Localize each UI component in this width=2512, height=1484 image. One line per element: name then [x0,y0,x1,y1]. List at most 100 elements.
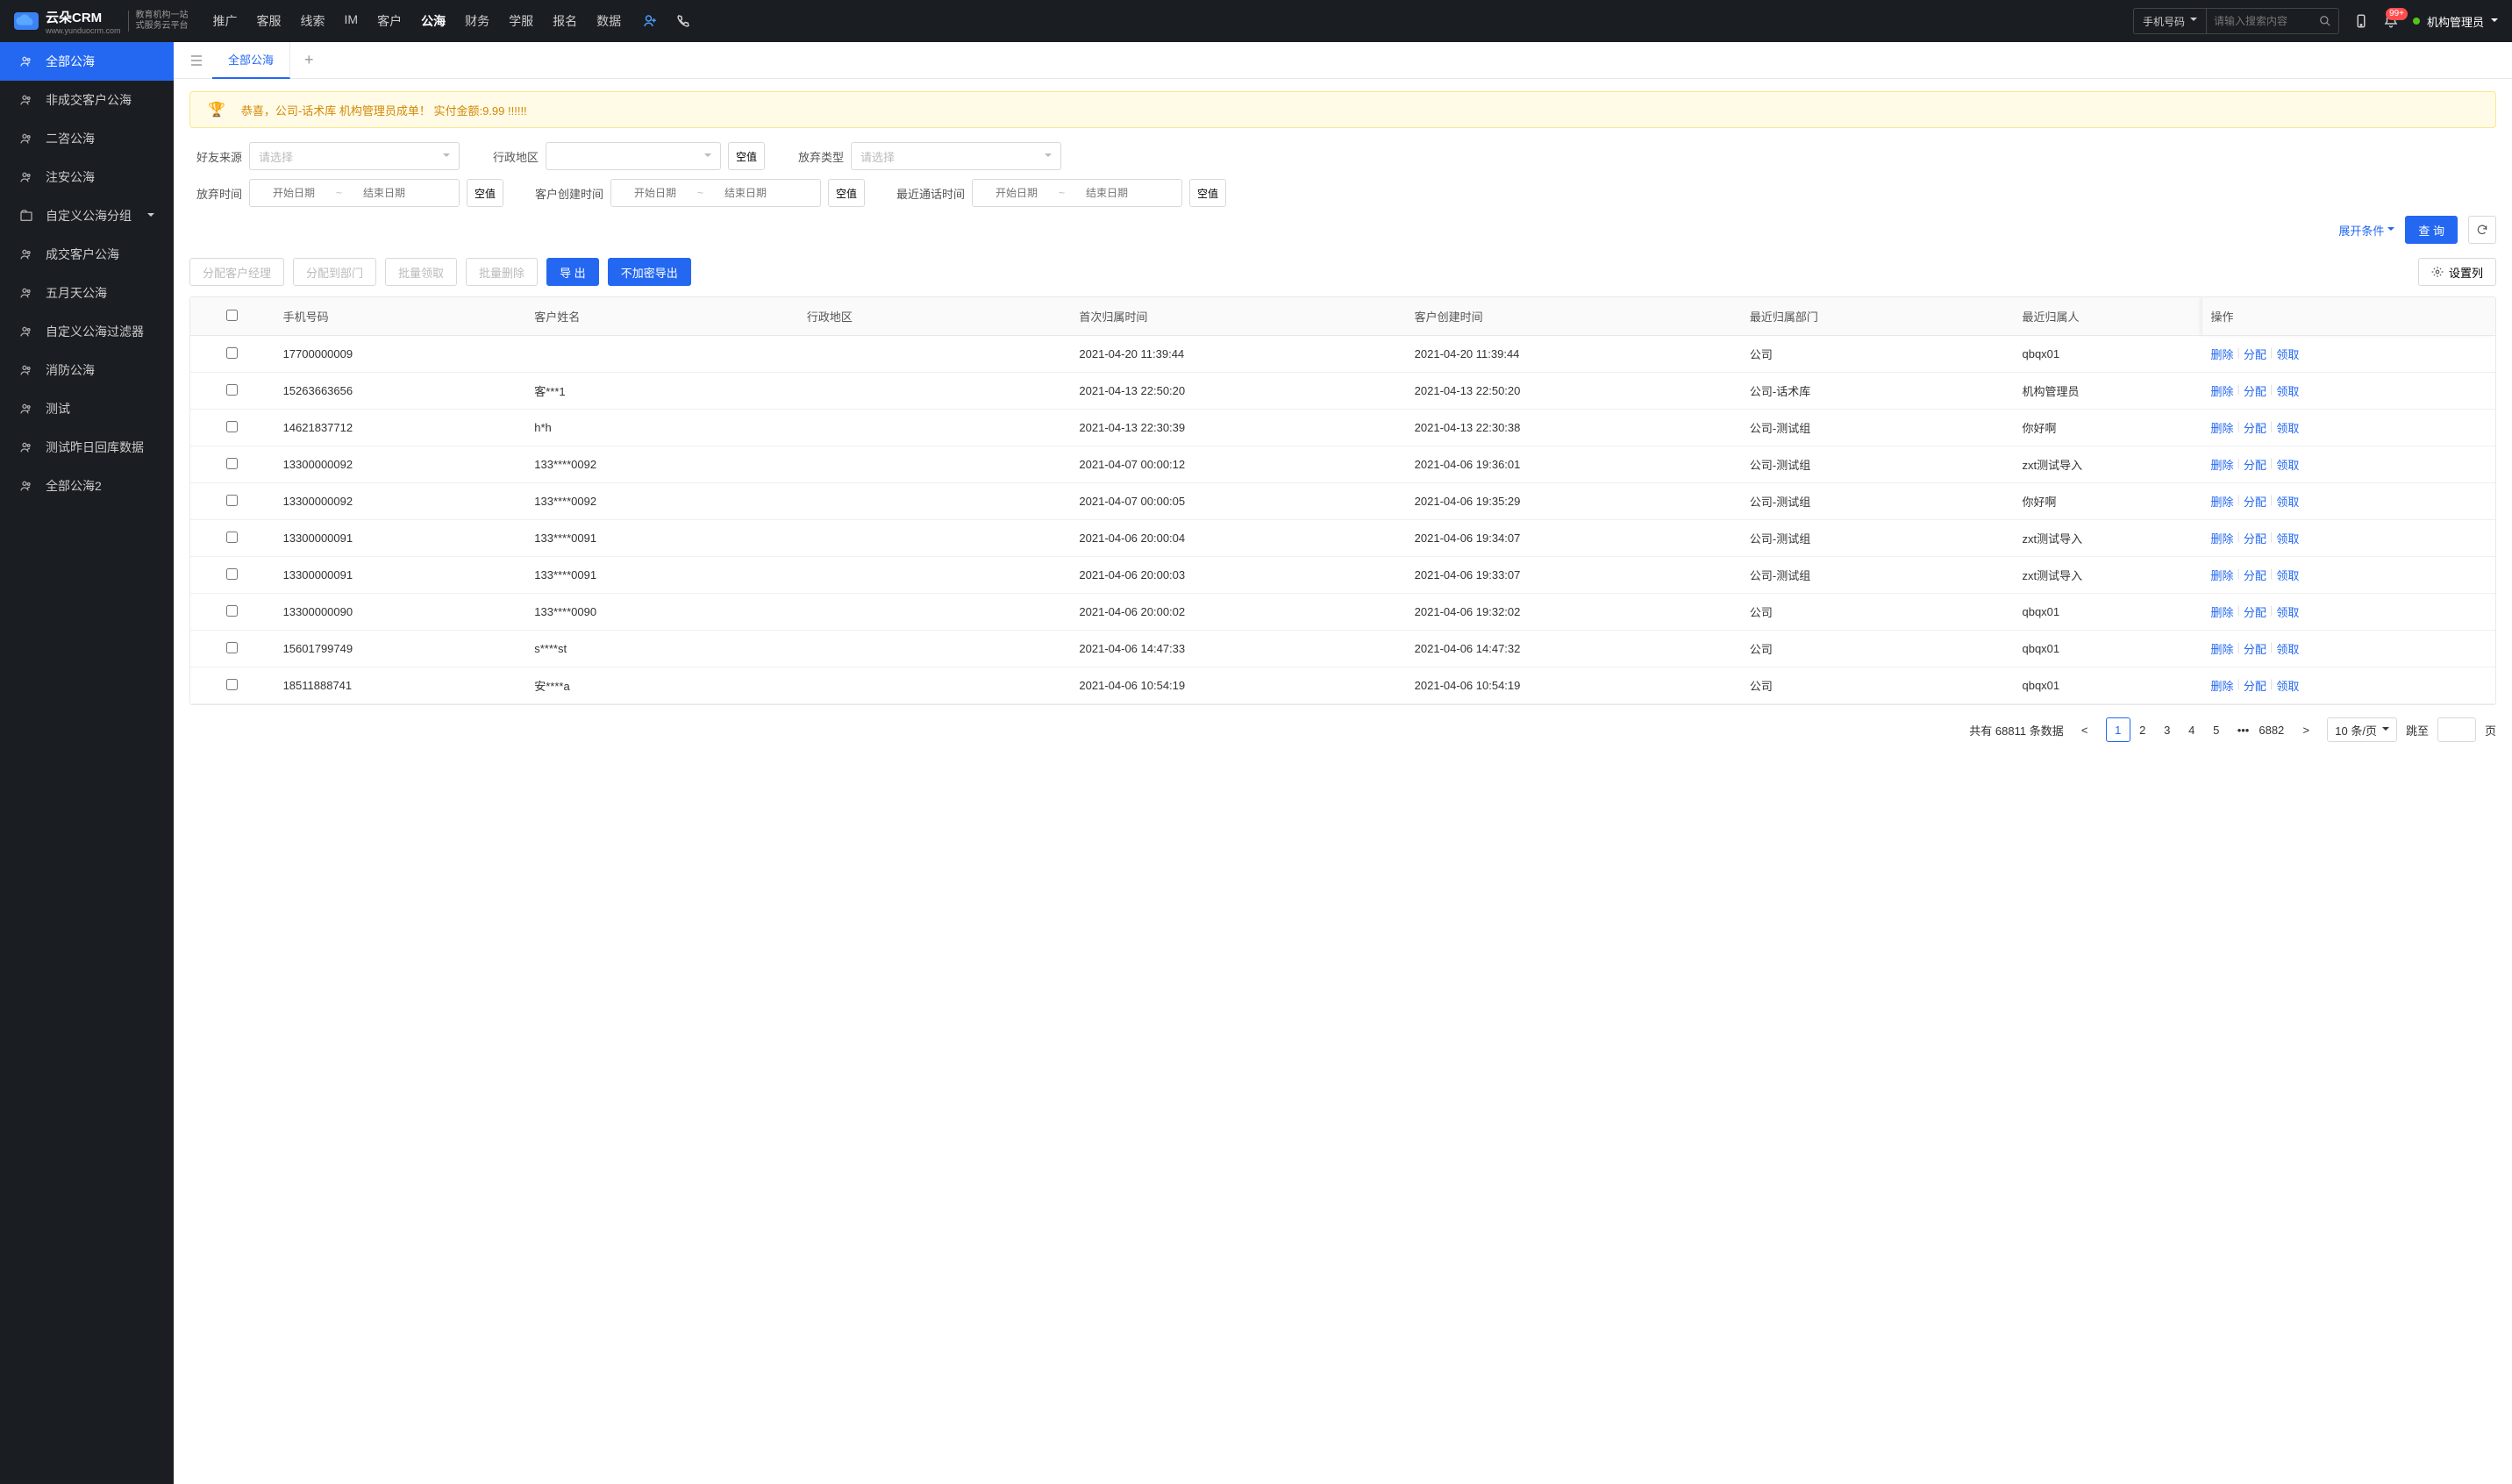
sidebar-item-0[interactable]: 全部公海 [0,42,174,81]
nav-item-3[interactable]: IM [345,12,359,30]
abandon-type-select[interactable]: 请选择 [851,142,1061,170]
op-assign[interactable]: 分配 [2244,346,2266,362]
op-claim[interactable]: 领取 [2276,677,2299,694]
query-button[interactable]: 查 询 [2405,216,2458,244]
op-claim[interactable]: 领取 [2276,419,2299,436]
last-call-range[interactable]: ~ [972,179,1182,207]
set-columns-button[interactable]: 设置列 [2418,258,2496,286]
admin-area-null-button[interactable]: 空值 [728,142,765,170]
op-delete[interactable]: 删除 [2211,640,2234,657]
sidebar-item-8[interactable]: 消防公海 [0,351,174,389]
nav-item-8[interactable]: 报名 [553,12,577,30]
row-checkbox[interactable] [226,384,238,396]
date-start-input[interactable] [620,187,690,199]
logo[interactable]: 云朵CRM www.yunduocrm.com 教育机构一站式服务云平台 [14,8,189,35]
op-delete[interactable]: 删除 [2211,456,2234,473]
page-number[interactable]: 1 [2106,717,2130,742]
add-user-icon[interactable] [642,13,658,29]
refresh-button[interactable] [2468,216,2496,244]
table-row[interactable]: 13300000091133****00912021-04-06 20:00:0… [190,520,2495,557]
op-assign[interactable]: 分配 [2244,382,2266,399]
page-number[interactable]: 4 [2180,717,2204,742]
create-time-null-button[interactable]: 空值 [828,179,865,207]
row-checkbox[interactable] [226,642,238,653]
page-number[interactable]: 2 [2130,717,2155,742]
abandon-time-null-button[interactable]: 空值 [467,179,503,207]
op-claim[interactable]: 领取 [2276,346,2299,362]
sidebar-item-4[interactable]: 自定义公海分组 [0,196,174,235]
page-prev[interactable]: < [2073,717,2097,742]
nav-item-0[interactable]: 推广 [213,12,238,30]
admin-area-select[interactable] [546,142,721,170]
table-row[interactable]: 18511888741安****a2021-04-06 10:54:192021… [190,667,2495,704]
row-checkbox[interactable] [226,458,238,469]
nav-item-5[interactable]: 公海 [421,12,446,30]
sidebar-item-3[interactable]: 注安公海 [0,158,174,196]
phone-icon[interactable] [675,13,691,29]
table-row[interactable]: 13300000091133****00912021-04-06 20:00:0… [190,557,2495,594]
select-all-checkbox[interactable] [226,310,238,321]
search-type-select[interactable]: 手机号码 [2134,9,2207,33]
table-row[interactable]: 13300000092133****00922021-04-07 00:00:0… [190,483,2495,520]
table-row[interactable]: 13300000092133****00922021-04-07 00:00:1… [190,446,2495,483]
page-size-select[interactable]: 10 条/页 [2327,717,2397,742]
expand-filters-link[interactable]: 展开条件 [2338,222,2394,239]
op-claim[interactable]: 领取 [2276,493,2299,510]
op-delete[interactable]: 删除 [2211,493,2234,510]
op-delete[interactable]: 删除 [2211,419,2234,436]
friend-source-select[interactable]: 请选择 [249,142,460,170]
op-delete[interactable]: 删除 [2211,530,2234,546]
assign-dept-button[interactable]: 分配到部门 [293,258,376,286]
sidebar-item-11[interactable]: 全部公海2 [0,467,174,505]
op-delete[interactable]: 删除 [2211,346,2234,362]
notification-bell[interactable]: 99+ [2383,13,2399,29]
table-row[interactable]: 13300000090133****00902021-04-06 20:00:0… [190,594,2495,631]
table-row[interactable]: 177000000092021-04-20 11:39:442021-04-20… [190,336,2495,373]
op-assign[interactable]: 分配 [2244,677,2266,694]
op-delete[interactable]: 删除 [2211,677,2234,694]
page-number[interactable]: 5 [2204,717,2229,742]
date-start-input[interactable] [981,187,1052,199]
nav-item-7[interactable]: 学服 [509,12,533,30]
nav-item-9[interactable]: 数据 [596,12,621,30]
date-start-input[interactable] [259,187,329,199]
create-time-range[interactable]: ~ [610,179,821,207]
sidebar-item-7[interactable]: 自定义公海过滤器 [0,312,174,351]
search-button[interactable] [2312,9,2338,33]
op-assign[interactable]: 分配 [2244,419,2266,436]
user-menu[interactable]: 机构管理员 [2413,13,2498,30]
date-end-input[interactable] [349,187,419,199]
op-delete[interactable]: 删除 [2211,603,2234,620]
table-row[interactable]: 15263663656客***12021-04-13 22:50:202021-… [190,373,2495,410]
tab-all-public[interactable]: 全部公海 [212,42,290,79]
nav-item-2[interactable]: 线索 [301,12,325,30]
sidebar-item-6[interactable]: 五月天公海 [0,274,174,312]
nav-item-4[interactable]: 客户 [377,12,402,30]
sidebar-item-1[interactable]: 非成交客户公海 [0,81,174,119]
mobile-icon[interactable] [2353,13,2369,29]
batch-claim-button[interactable]: 批量领取 [385,258,457,286]
op-claim[interactable]: 领取 [2276,456,2299,473]
date-end-input[interactable] [710,187,781,199]
sidebar-item-2[interactable]: 二咨公海 [0,119,174,158]
page-next[interactable]: > [2294,717,2318,742]
op-claim[interactable]: 领取 [2276,530,2299,546]
op-delete[interactable]: 删除 [2211,382,2234,399]
sidebar-item-5[interactable]: 成交客户公海 [0,235,174,274]
date-end-input[interactable] [1072,187,1142,199]
abandon-time-range[interactable]: ~ [249,179,460,207]
export-plain-button[interactable]: 不加密导出 [608,258,691,286]
assign-manager-button[interactable]: 分配客户经理 [189,258,284,286]
row-checkbox[interactable] [226,347,238,359]
op-claim[interactable]: 领取 [2276,382,2299,399]
sidebar-item-10[interactable]: 测试昨日回库数据 [0,428,174,467]
page-last[interactable]: 6882 [2258,717,2285,742]
row-checkbox[interactable] [226,605,238,617]
sidebar-item-9[interactable]: 测试 [0,389,174,428]
op-assign[interactable]: 分配 [2244,456,2266,473]
batch-delete-button[interactable]: 批量删除 [466,258,538,286]
op-assign[interactable]: 分配 [2244,603,2266,620]
op-claim[interactable]: 领取 [2276,640,2299,657]
op-claim[interactable]: 领取 [2276,567,2299,583]
page-number[interactable]: 3 [2155,717,2180,742]
